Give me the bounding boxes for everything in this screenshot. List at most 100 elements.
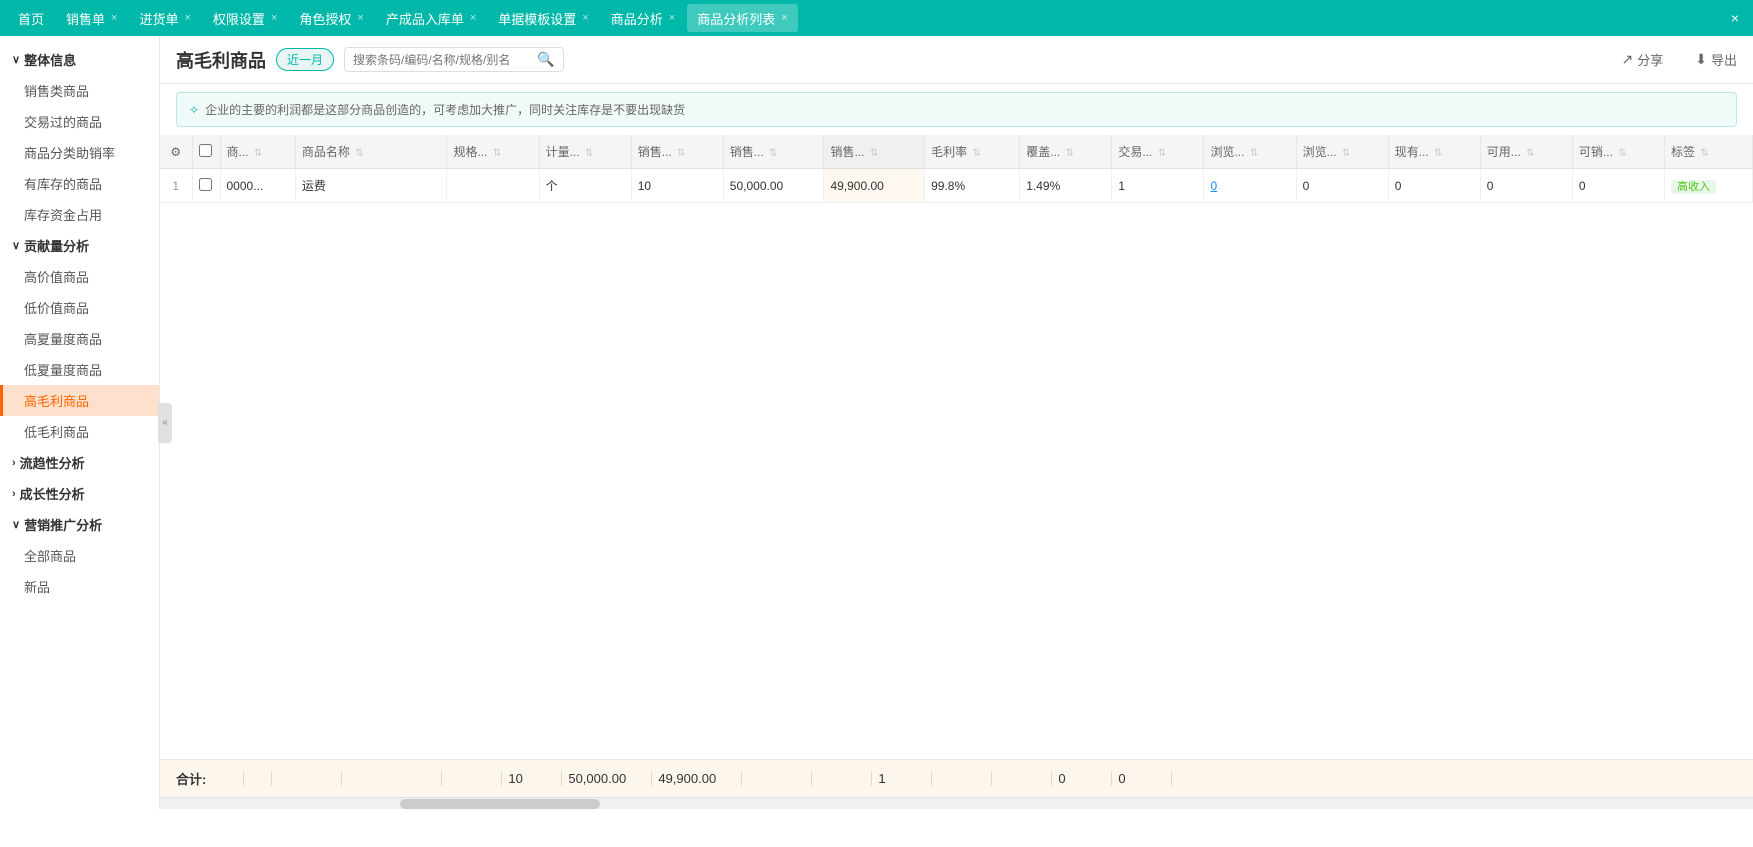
sidebar-wrapper: ∨ 整体信息 销售类商品 交易过的商品 商品分类助销率 有库存的商品 库存资金占… bbox=[0, 36, 160, 809]
nav-product-analysis[interactable]: 商品分析 × bbox=[601, 4, 685, 32]
col-gross-rate[interactable]: 毛利率 ⇅ bbox=[925, 135, 1020, 169]
sidebar-item-high-velocity[interactable]: 高夏量度商品 bbox=[0, 323, 159, 354]
sort-sales2-icon: ⇅ bbox=[769, 148, 777, 159]
sidebar-item-stock-capital[interactable]: 库存资金占用 bbox=[0, 199, 159, 230]
sidebar-item-low-margin[interactable]: 低毛利商品 bbox=[0, 416, 159, 447]
sidebar-group-trend[interactable]: › 流趋性分析 bbox=[0, 447, 159, 478]
sidebar-item-low-value[interactable]: 低价值商品 bbox=[0, 292, 159, 323]
content-header: 高毛利商品 近一月 🔍 ↗ 分享 ⬇ 导出 bbox=[160, 36, 1753, 84]
horizontal-scrollbar[interactable] bbox=[160, 797, 1753, 809]
col-trade[interactable]: 交易... ⇅ bbox=[1112, 135, 1204, 169]
sort-available-icon: ⇅ bbox=[1526, 148, 1534, 159]
nav-product-entry[interactable]: 产成品入库单 × bbox=[376, 4, 486, 32]
row-select-checkbox[interactable] bbox=[199, 178, 212, 191]
row-spec bbox=[447, 169, 539, 203]
sort-sales3-icon: ⇅ bbox=[870, 148, 878, 159]
search-icon[interactable]: 🔍 bbox=[537, 51, 554, 68]
contribution-arrow-icon: ∨ bbox=[12, 239, 20, 252]
nav-roles-close[interactable]: × bbox=[357, 12, 363, 24]
sidebar-item-high-value[interactable]: 高价值商品 bbox=[0, 261, 159, 292]
search-box: 🔍 bbox=[344, 47, 564, 72]
window-close-button[interactable]: × bbox=[1725, 8, 1745, 28]
row-code: 0000... bbox=[220, 169, 295, 203]
sort-browse1-icon: ⇅ bbox=[1250, 148, 1258, 159]
sort-trade-icon: ⇅ bbox=[1158, 148, 1166, 159]
nav-home[interactable]: 首页 bbox=[8, 4, 54, 32]
footer-cell-5: 10 bbox=[502, 771, 562, 786]
tag-badge: 高收入 bbox=[1671, 180, 1716, 194]
nav-permissions-close[interactable]: × bbox=[271, 12, 277, 24]
nav-product-analysis-list[interactable]: 商品分析列表 × bbox=[687, 4, 797, 32]
table-container: ⚙ 商... ⇅ 商品名称 ⇅ 规格... bbox=[160, 135, 1753, 759]
sidebar-item-all-goods[interactable]: 全部商品 bbox=[0, 540, 159, 571]
sort-coverage-icon: ⇅ bbox=[1066, 148, 1074, 159]
footer-cell-13: 0 bbox=[1052, 771, 1112, 786]
sidebar-group-growth[interactable]: › 成长性分析 bbox=[0, 478, 159, 509]
row-col12[interactable]: 0 bbox=[1204, 169, 1296, 203]
sidebar-group-overall[interactable]: ∨ 整体信息 bbox=[0, 44, 159, 75]
filter-recent-month-button[interactable]: 近一月 bbox=[276, 48, 334, 71]
footer-cells: 10 50,000.00 49,900.00 1 0 0 bbox=[214, 771, 1737, 786]
nav-sales-order-close[interactable]: × bbox=[111, 12, 117, 24]
col-name[interactable]: 商品名称 ⇅ bbox=[295, 135, 447, 169]
col-spec[interactable]: 规格... ⇅ bbox=[447, 135, 539, 169]
row-col16: 0 bbox=[1572, 169, 1664, 203]
sidebar-item-low-velocity[interactable]: 低夏量度商品 bbox=[0, 354, 159, 385]
row-unit: 个 bbox=[539, 169, 631, 203]
col-browse2[interactable]: 浏览... ⇅ bbox=[1296, 135, 1388, 169]
footer-cell-6: 50,000.00 bbox=[562, 771, 652, 786]
nav-product-analysis-list-close[interactable]: × bbox=[781, 12, 787, 24]
growth-arrow-icon: › bbox=[12, 488, 16, 500]
export-button[interactable]: ⬇ 导出 bbox=[1695, 50, 1737, 69]
col-current[interactable]: 现有... ⇅ bbox=[1388, 135, 1480, 169]
col-browse1[interactable]: 浏览... ⇅ bbox=[1204, 135, 1296, 169]
nav-sales-order[interactable]: 销售单 × bbox=[56, 4, 127, 32]
export-icon: ⬇ bbox=[1695, 51, 1707, 68]
scrollbar-thumb[interactable] bbox=[400, 799, 600, 809]
sidebar-group-marketing[interactable]: ∨ 营销推广分析 bbox=[0, 509, 159, 540]
nav-purchase[interactable]: 进货单 × bbox=[129, 4, 200, 32]
col-sellable[interactable]: 可销... ⇅ bbox=[1572, 135, 1664, 169]
nav-product-analysis-close[interactable]: × bbox=[669, 12, 675, 24]
col-sales3[interactable]: 销售... ⇅ bbox=[824, 135, 925, 169]
nav-permissions[interactable]: 权限设置 × bbox=[203, 4, 287, 32]
sidebar-item-traded-goods[interactable]: 交易过的商品 bbox=[0, 106, 159, 137]
sort-name-icon: ⇅ bbox=[355, 148, 363, 159]
sidebar-item-category-rate[interactable]: 商品分类助销率 bbox=[0, 137, 159, 168]
select-all-checkbox[interactable] bbox=[199, 144, 212, 157]
product-table: ⚙ 商... ⇅ 商品名称 ⇅ 规格... bbox=[160, 135, 1753, 203]
row-name: 运费 bbox=[295, 169, 447, 203]
col-tag[interactable]: 标签 ⇅ bbox=[1665, 135, 1753, 169]
footer-cell-10: 1 bbox=[872, 771, 932, 786]
col-code[interactable]: 商... ⇅ bbox=[220, 135, 295, 169]
nav-template-settings[interactable]: 单据模板设置 × bbox=[488, 4, 598, 32]
sidebar-item-sales-goods[interactable]: 销售类商品 bbox=[0, 75, 159, 106]
table-header-row: ⚙ 商... ⇅ 商品名称 ⇅ 规格... bbox=[160, 135, 1753, 169]
sidebar-item-new-goods[interactable]: 新品 bbox=[0, 571, 159, 602]
search-input[interactable] bbox=[353, 53, 533, 67]
nav-purchase-close[interactable]: × bbox=[184, 12, 190, 24]
sort-tag-icon: ⇅ bbox=[1700, 148, 1708, 159]
col-available[interactable]: 可用... ⇅ bbox=[1480, 135, 1572, 169]
sidebar-item-in-stock[interactable]: 有库存的商品 bbox=[0, 168, 159, 199]
col-sales1[interactable]: 销售... ⇅ bbox=[631, 135, 723, 169]
nav-template-close[interactable]: × bbox=[582, 12, 588, 24]
nav-roles[interactable]: 角色授权 × bbox=[289, 4, 373, 32]
col-unit[interactable]: 计量... ⇅ bbox=[539, 135, 631, 169]
footer-cell-1 bbox=[244, 771, 272, 786]
sort-code-icon: ⇅ bbox=[254, 148, 262, 159]
row-tag: 高收入 bbox=[1665, 169, 1753, 203]
nav-product-entry-close[interactable]: × bbox=[470, 12, 476, 24]
col-coverage[interactable]: 覆盖... ⇅ bbox=[1020, 135, 1112, 169]
row-col14: 0 bbox=[1388, 169, 1480, 203]
col-sales2[interactable]: 销售... ⇅ bbox=[723, 135, 824, 169]
row-col10: 1.49% bbox=[1020, 169, 1112, 203]
footer-cell-9 bbox=[812, 771, 872, 786]
row-col11: 1 bbox=[1112, 169, 1204, 203]
share-button[interactable]: ↗ 分享 bbox=[1622, 50, 1664, 69]
row-index: 1 bbox=[160, 169, 192, 203]
sidebar-group-contribution[interactable]: ∨ 贡献量分析 bbox=[0, 230, 159, 261]
col-settings[interactable]: ⚙ bbox=[160, 135, 192, 169]
sidebar-collapse-button[interactable]: « bbox=[158, 403, 172, 443]
sidebar-item-high-margin[interactable]: 高毛利商品 bbox=[0, 385, 159, 416]
